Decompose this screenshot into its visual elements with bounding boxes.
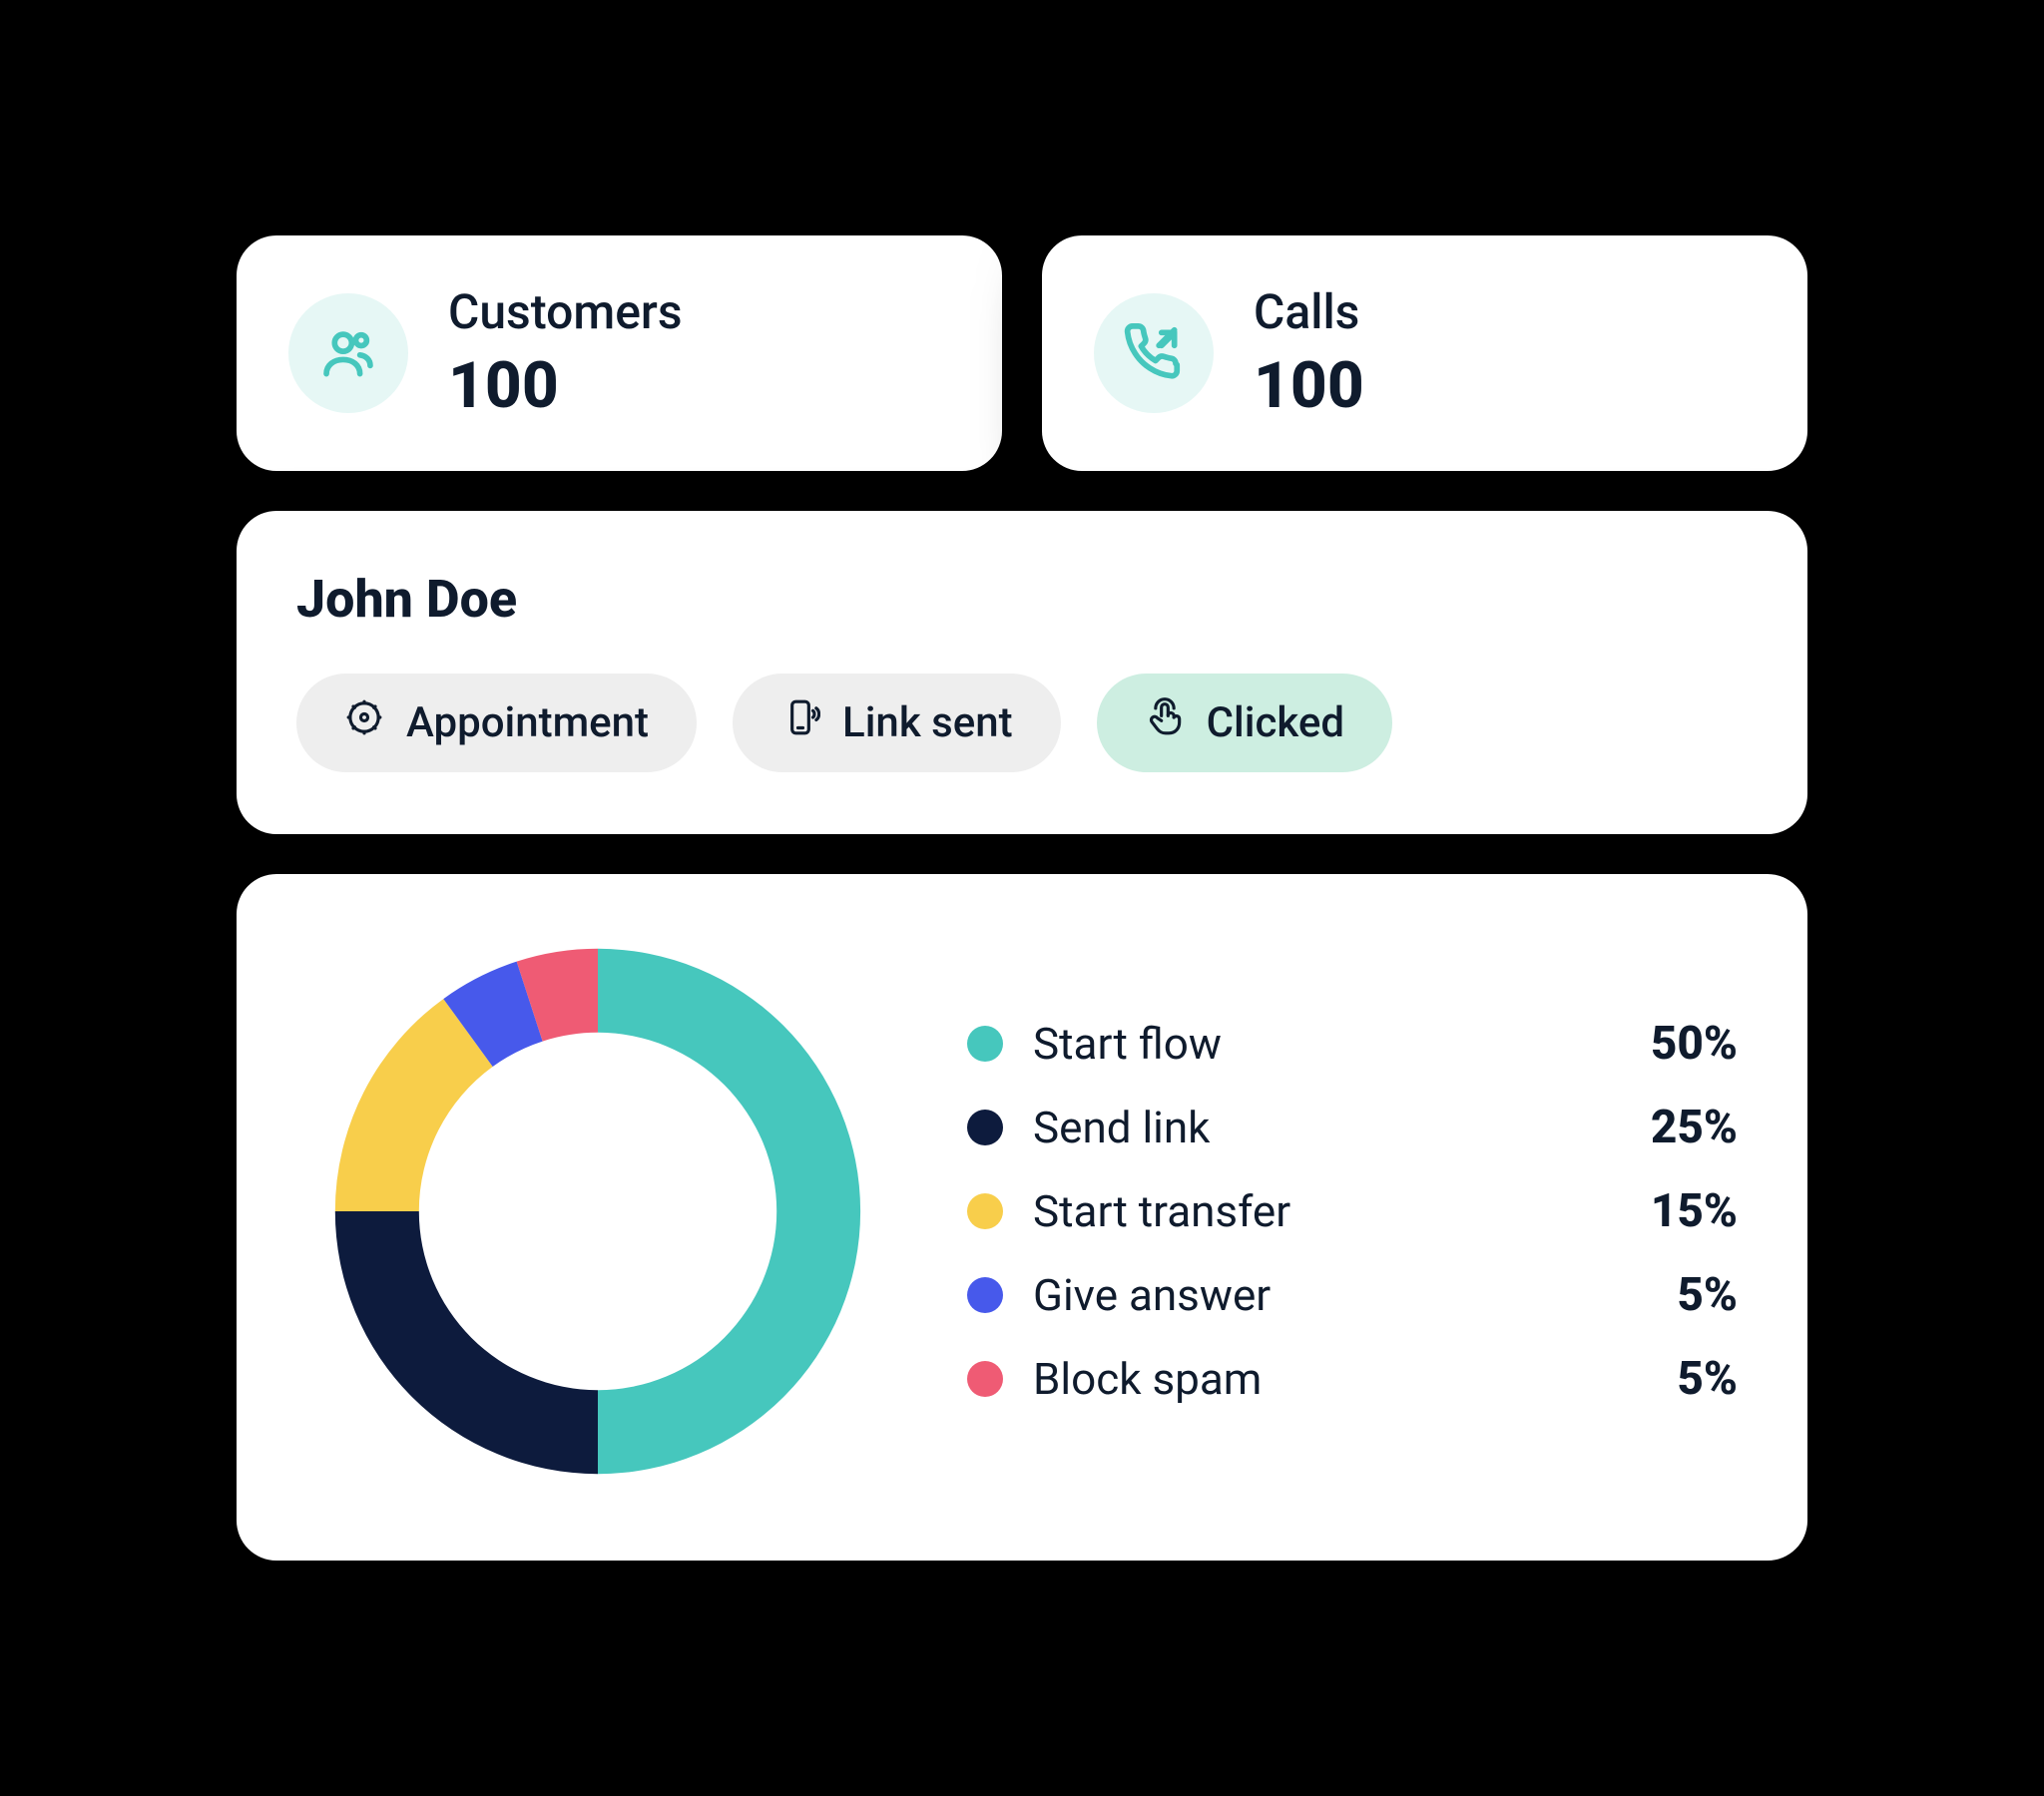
customers-icon — [288, 293, 408, 413]
person-name: John Doe — [296, 569, 1748, 630]
legend-dot — [967, 1277, 1003, 1313]
legend-value: 15% — [1651, 1184, 1738, 1238]
person-card: John Doe Appointment — [237, 511, 1807, 834]
calls-stat-card: Calls 100 — [1042, 235, 1807, 471]
calls-icon — [1094, 293, 1214, 413]
phone-link-icon — [780, 697, 820, 748]
legend-value: 5% — [1677, 1268, 1738, 1322]
legend-dot — [967, 1110, 1003, 1145]
legend-label: Start transfer — [1033, 1185, 1651, 1237]
customers-stat-card: Customers 100 — [237, 235, 1002, 471]
chip-appointment[interactable]: Appointment — [296, 674, 697, 772]
donut-slice — [598, 949, 860, 1474]
customers-label: Customers — [448, 283, 683, 340]
legend-dot — [967, 1193, 1003, 1229]
customers-value: 100 — [448, 348, 683, 423]
legend-label: Send link — [1033, 1102, 1651, 1153]
status-chips: Appointment Link sent — [296, 674, 1748, 772]
legend-value: 5% — [1677, 1352, 1738, 1406]
legend-label: Give answer — [1033, 1269, 1677, 1321]
legend-row: Give answer5% — [967, 1268, 1738, 1322]
chart-legend: Start flow50%Send link25%Start transfer1… — [967, 1017, 1738, 1406]
legend-label: Block spam — [1033, 1353, 1677, 1405]
legend-row: Start transfer15% — [967, 1184, 1738, 1238]
chip-label: Link sent — [842, 698, 1013, 747]
calls-label: Calls — [1254, 283, 1364, 340]
legend-value: 50% — [1651, 1017, 1738, 1071]
donut-slice — [335, 1211, 598, 1474]
legend-value: 25% — [1651, 1101, 1738, 1154]
calls-value: 100 — [1254, 348, 1364, 423]
appointment-icon — [344, 697, 384, 748]
chip-link-sent[interactable]: Link sent — [733, 674, 1061, 772]
touch-icon — [1145, 697, 1185, 748]
chip-label: Appointment — [406, 698, 649, 747]
chip-label: Clicked — [1207, 698, 1344, 747]
legend-row: Send link25% — [967, 1101, 1738, 1154]
legend-label: Start flow — [1033, 1018, 1651, 1070]
legend-row: Start flow50% — [967, 1017, 1738, 1071]
legend-row: Block spam5% — [967, 1352, 1738, 1406]
chart-card: Start flow50%Send link25%Start transfer1… — [237, 874, 1807, 1561]
legend-dot — [967, 1361, 1003, 1397]
donut-chart — [318, 932, 877, 1491]
legend-dot — [967, 1026, 1003, 1062]
chip-clicked[interactable]: Clicked — [1097, 674, 1392, 772]
